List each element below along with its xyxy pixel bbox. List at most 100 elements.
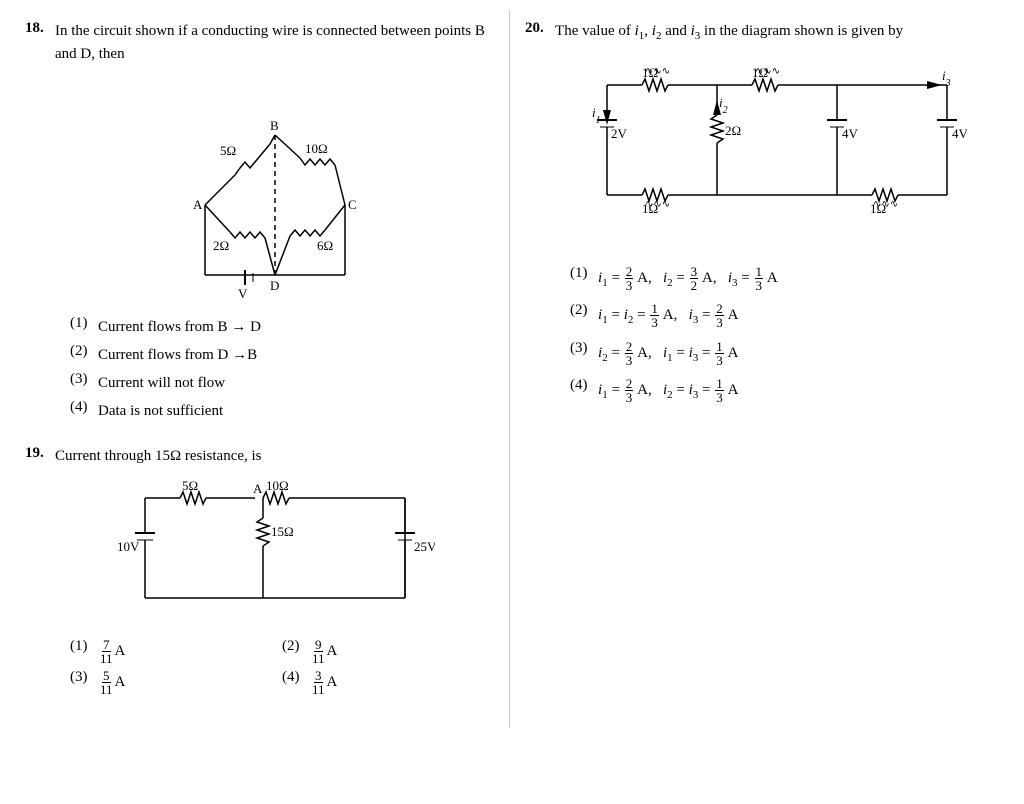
frac-num: 1 [650,302,659,316]
q20-text: The value of i1, i2 and i3 in the diagra… [555,20,999,45]
q18-circuit: 5Ω 10Ω 2Ω [55,75,494,305]
r-2ohm-bottom-left: 2Ω [213,238,229,253]
resistor-symbol-bl: ∿∿∿ [645,199,670,210]
frac-num: 1 [715,340,724,354]
frac-1-3-opt3: 1 3 [715,340,724,367]
q19-opt4: (4) 3 11 A [282,669,494,696]
q20-svg: 1Ω ∿∿∿ 1Ω ∿∿∿ i3 [587,55,967,255]
q20-opt4-text: i1 = 2 3 A, i2 = i3 = 1 3 A [598,377,738,405]
q20-body: The value of i1, i2 and i3 in the diagra… [555,20,999,415]
q20-opt2: (2) i1 = i2 = 1 3 A, i3 = 2 3 A [570,302,999,330]
q19-number: 19. [25,445,55,700]
q18-opt4: (4) Data is not sufficient [70,399,494,423]
q18-svg: 5Ω 10Ω 2Ω [145,75,405,305]
q20-number: 20. [525,20,555,415]
q18-opt2-num: (2) [70,343,98,367]
frac-numerator: 5 [102,669,111,683]
frac-1-3-opt2: 1 3 [650,302,659,329]
q19-opt1-num: (1) [70,638,98,665]
frac-den: 3 [715,316,724,329]
frac-numerator: 9 [314,638,323,652]
frac-numerator: 7 [102,638,111,652]
frac-1-3-opt1-i3: 1 3 [755,265,764,292]
q20-opt3-num: (3) [570,340,598,368]
frac-den: 3 [755,279,764,292]
q20-opt4: (4) i1 = 2 3 A, i2 = i3 = 1 3 A [570,377,999,405]
frac-den: 3 [650,316,659,329]
q19-opt4-num: (4) [282,669,310,696]
frac-denominator: 11 [99,683,114,696]
q18-opt3: (3) Current will not flow [70,371,494,395]
node-B: B [270,118,279,133]
frac-denominator: 11 [311,683,326,696]
q19-opt3: (3) 5 11 A [70,669,282,696]
i3-arrow [927,81,942,89]
r-2ohm-mid: 2Ω [725,123,741,138]
frac-num: 3 [690,265,699,279]
frac-2-3-opt1-i1: 2 3 [625,265,634,292]
q20-opt2-num: (2) [570,302,598,330]
q18-opt1-num: (1) [70,315,98,339]
frac-denominator: 11 [99,652,114,665]
q19-opt1-text: 7 11 A [98,638,125,665]
q19-opt2-text: 9 11 A [310,638,337,665]
frac-den: 3 [625,391,634,404]
q20-opt3-text: i2 = 2 3 A, i1 = i3 = 1 3 A [598,340,738,368]
frac-2-3-opt2-i3: 2 3 [715,302,724,329]
question-19: 19. Current through 15Ω resistance, is 5… [25,445,494,700]
r-5ohm-top-left: 5Ω [220,143,236,158]
resistor-symbol-tm: ∿∿∿ [755,66,780,77]
r-5ohm-q19: 5Ω [182,478,198,493]
q20-circuit: 1Ω ∿∿∿ 1Ω ∿∿∿ i3 [555,55,999,255]
q20-opt1-text: i1 = 2 3 A, i2 = 3 2 A, i3 = [598,265,778,293]
q18-options: (1) Current flows from B → D (2) Current… [55,315,494,423]
frac-num: 1 [755,265,764,279]
v-4v-right: 4V [952,126,967,141]
q19-body: Current through 15Ω resistance, is 5Ω A [55,445,494,700]
q18-opt3-num: (3) [70,371,98,395]
resistor-symbol-br: ∿∿∿ [873,199,898,210]
q19-options: (1) 7 11 A (2) 9 11 [55,638,494,700]
q19-opt2-num: (2) [282,638,310,665]
q19-opt2: (2) 9 11 A [282,638,494,665]
q20-opt1-num: (1) [570,265,598,293]
frac-num: 2 [625,265,634,279]
frac-3-11: 3 11 [311,669,326,696]
q18-number: 18. [25,20,55,427]
resistor-symbol-tl: ∿∿∿ [645,66,670,77]
frac-den: 3 [625,354,634,367]
i1-label: i1 [592,105,601,126]
q18-opt2: (2) Current flows from D →B [70,343,494,367]
q18-opt2-text: Current flows from D →B [98,343,257,367]
frac-5-11: 5 11 [99,669,114,696]
left-column: 18. In the circuit shown if a conducting… [10,10,510,728]
frac-numerator: 3 [314,669,323,683]
q19-circuit: 5Ω A 10Ω [55,478,494,628]
q19-opt3-num: (3) [70,669,98,696]
frac-den: 3 [715,354,724,367]
q18-opt4-num: (4) [70,399,98,423]
v-4v-mid: 4V [842,126,859,141]
frac-2-3-opt3-i2: 2 3 [625,340,634,367]
q19-opt1: (1) 7 11 A [70,638,282,665]
frac-num: 2 [625,377,634,391]
q20-opt2-text: i1 = i2 = 1 3 A, i3 = 2 3 A [598,302,738,330]
q18-text: In the circuit shown if a conducting wir… [55,20,494,65]
frac-1-3-opt4: 1 3 [715,377,724,404]
frac-7-11: 7 11 [99,638,114,665]
frac-denominator: 11 [311,652,326,665]
node-D: D [270,278,279,293]
v-10v: 10V [117,539,140,554]
frac-9-11: 9 11 [311,638,326,665]
right-column: 20. The value of i1, i2 and i3 in the di… [510,10,1014,728]
q18-opt1-text: Current flows from B → D [98,315,261,339]
frac-num: 2 [715,302,724,316]
r-15ohm-q19: 15Ω [271,524,294,539]
frac-den: 2 [690,279,699,292]
main-container: 18. In the circuit shown if a conducting… [10,10,1014,728]
frac-num: 2 [625,340,634,354]
q19-svg: 5Ω A 10Ω [115,478,435,628]
q18-opt1: (1) Current flows from B → D [70,315,494,339]
frac-den: 3 [715,391,724,404]
v-2v: 2V [611,126,628,141]
